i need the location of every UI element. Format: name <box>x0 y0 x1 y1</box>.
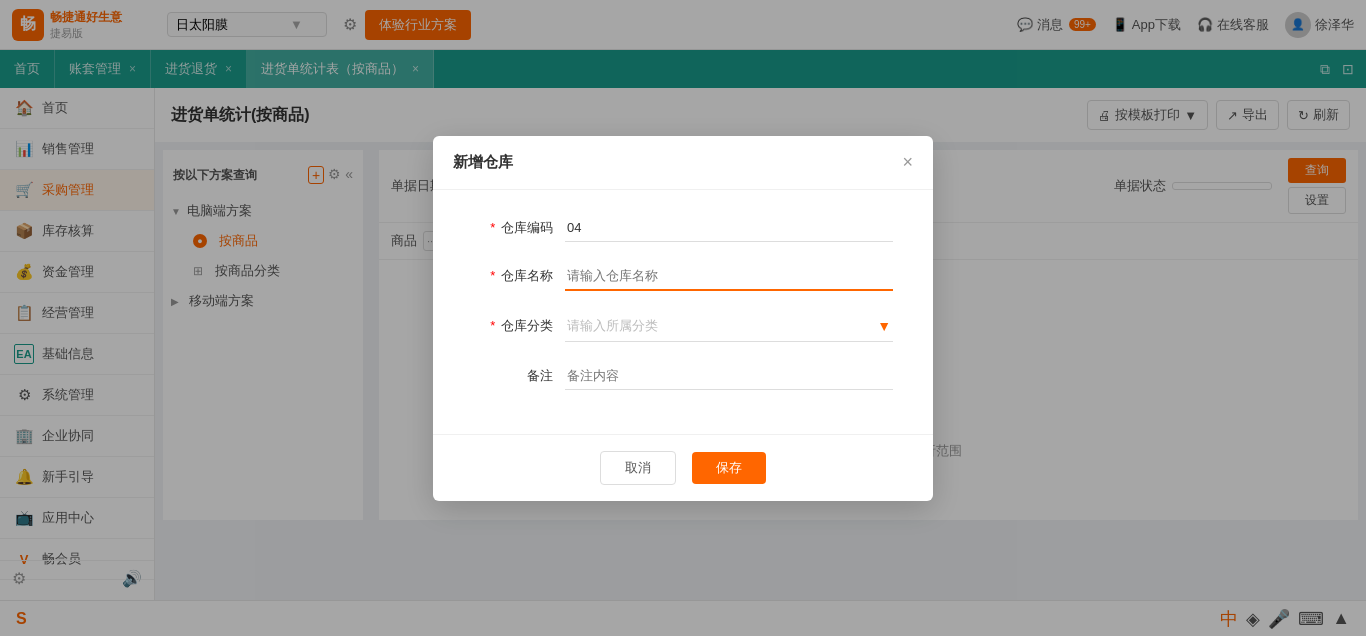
category-select[interactable]: 请输入所属分类 ▼ <box>565 311 893 342</box>
category-dropdown-icon: ▼ <box>877 318 891 334</box>
modal-body: * 仓库编码 * 仓库名称 * 仓库分类 请输入 <box>433 190 933 434</box>
modal-title: 新增仓库 <box>453 153 513 172</box>
category-required-star: * <box>490 318 495 333</box>
name-input[interactable] <box>565 262 893 291</box>
note-label: 备注 <box>473 367 553 385</box>
category-label: * 仓库分类 <box>473 317 553 335</box>
category-field-row: * 仓库分类 请输入所属分类 ▼ <box>473 311 893 342</box>
modal-dialog: 新增仓库 × * 仓库编码 * 仓库名称 <box>433 136 933 501</box>
code-input[interactable] <box>565 214 893 242</box>
cancel-button[interactable]: 取消 <box>600 451 676 485</box>
note-field-row: 备注 <box>473 362 893 390</box>
name-label: * 仓库名称 <box>473 267 553 285</box>
modal-close-button[interactable]: × <box>902 152 913 173</box>
code-field-row: * 仓库编码 <box>473 214 893 242</box>
name-required-star: * <box>490 268 495 283</box>
note-input[interactable] <box>565 362 893 390</box>
modal-overlay: 新增仓库 × * 仓库编码 * 仓库名称 <box>0 0 1366 636</box>
code-label: * 仓库编码 <box>473 219 553 237</box>
modal-header: 新增仓库 × <box>433 136 933 190</box>
modal-footer: 取消 保存 <box>433 434 933 501</box>
save-button[interactable]: 保存 <box>692 452 766 484</box>
name-field-row: * 仓库名称 <box>473 262 893 291</box>
category-placeholder: 请输入所属分类 <box>567 317 658 335</box>
code-required-star: * <box>490 220 495 235</box>
